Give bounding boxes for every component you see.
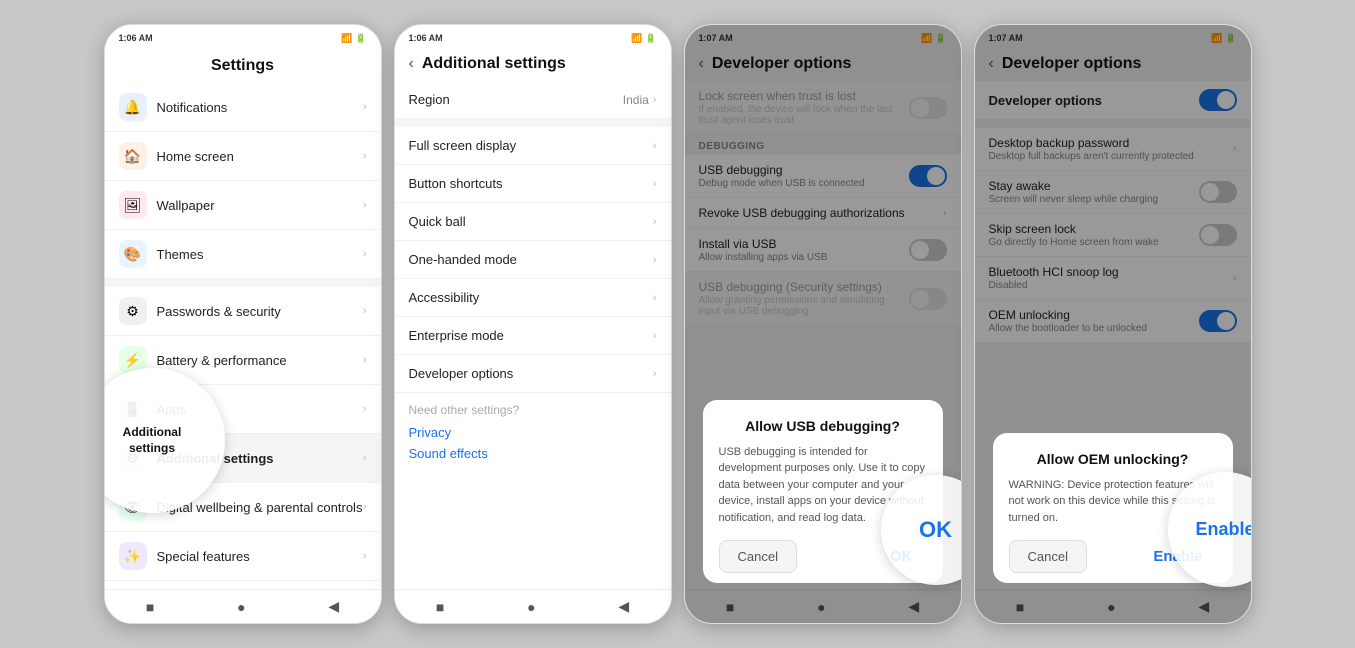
one-handed-label: One-handed mode: [409, 252, 653, 267]
battery-icon-2: 🔋: [645, 33, 656, 44]
oem-dialog-title: Allow OEM unlocking?: [1009, 451, 1217, 467]
developer-options-row[interactable]: Developer options ›: [395, 355, 671, 393]
footer-links: Need other settings? Privacy Sound effec…: [395, 393, 671, 477]
themes-label: Themes: [157, 247, 363, 262]
usb-dialog-title: Allow USB debugging?: [719, 418, 927, 434]
nav-bar-1: ■ ● ◀: [105, 589, 381, 623]
quick-ball-chevron: ›: [653, 216, 657, 228]
settings-list: 🔔 Notifications › 🏠 Home screen › 🖼 Wall…: [105, 83, 381, 589]
developer-options-label: Developer options: [409, 366, 653, 381]
usb-cancel-button[interactable]: Cancel: [719, 540, 797, 573]
separator-1: [105, 279, 381, 287]
additional-header: ‹ Additional settings: [395, 47, 671, 81]
button-shortcuts-chevron: ›: [653, 178, 657, 190]
enterprise-chevron: ›: [653, 330, 657, 342]
special-label: Special features: [157, 549, 363, 564]
quick-ball-label: Quick ball: [409, 214, 653, 229]
region-label: Region: [409, 92, 623, 107]
nav-bar-2: ■ ● ◀: [395, 589, 671, 623]
additional-title: Additional settings: [422, 55, 566, 73]
back-btn-2[interactable]: ‹: [409, 55, 414, 73]
quick-ball-row[interactable]: Quick ball ›: [395, 203, 671, 241]
accessibility-chevron: ›: [653, 292, 657, 304]
nav-back-1[interactable]: ◀: [328, 598, 339, 615]
nav-back-2[interactable]: ◀: [618, 598, 629, 615]
passwords-label: Passwords & security: [157, 304, 363, 319]
phone-frame-dev2: 1:07 AM 📶 🔋 ‹ Developer options Develope…: [974, 24, 1252, 624]
button-shortcuts-row[interactable]: Button shortcuts ›: [395, 165, 671, 203]
settings-item-passwords[interactable]: ⚙ Passwords & security ›: [105, 287, 381, 336]
button-shortcuts-label: Button shortcuts: [409, 176, 653, 191]
separator-2: [395, 119, 671, 127]
sound-effects-link[interactable]: Sound effects: [409, 446, 657, 461]
screens-container: 1:06 AM 📶 🔋 Settings 🔔 Notifications › 🏠…: [84, 4, 1272, 644]
developer-options-chevron: ›: [653, 368, 657, 380]
time-2: 1:06 AM: [409, 33, 443, 43]
special-icon: ✨: [119, 542, 147, 570]
phone-frame-dev1: 1:07 AM 📶 🔋 ‹ Developer options Lock scr…: [684, 24, 962, 624]
notifications-chevron: ›: [363, 101, 367, 113]
additional-chevron: ›: [363, 452, 367, 464]
additional-screen: ‹ Additional settings Region India › Ful…: [395, 47, 671, 589]
oem-cancel-button[interactable]: Cancel: [1009, 540, 1087, 573]
one-handed-row[interactable]: One-handed mode ›: [395, 241, 671, 279]
homescreen-icon: 🏠: [119, 142, 147, 170]
enterprise-row[interactable]: Enterprise mode ›: [395, 317, 671, 355]
settings-title: Settings: [105, 47, 381, 83]
accessibility-row[interactable]: Accessibility ›: [395, 279, 671, 317]
wifi-icon-2: 📶: [631, 33, 642, 44]
themes-icon: 🎨: [119, 240, 147, 268]
fullscreen-row[interactable]: Full screen display ›: [395, 127, 671, 165]
passwords-chevron: ›: [363, 305, 367, 317]
battery-chevron: ›: [363, 354, 367, 366]
status-icons-1: 📶 🔋: [341, 33, 366, 44]
fullscreen-chevron: ›: [653, 140, 657, 152]
region-chevron: ›: [653, 94, 657, 106]
settings-item-special[interactable]: ✨ Special features ›: [105, 532, 381, 581]
wallpaper-label: Wallpaper: [157, 198, 363, 213]
time-1: 1:06 AM: [119, 33, 153, 43]
phone-frame-additional: 1:06 AM 📶 🔋 ‹ Additional settings Region…: [394, 24, 672, 624]
settings-item-homescreen[interactable]: 🏠 Home screen ›: [105, 132, 381, 181]
settings-item-themes[interactable]: 🎨 Themes ›: [105, 230, 381, 279]
nav-square-2[interactable]: ■: [436, 599, 444, 615]
settings-item-wallpaper[interactable]: 🖼 Wallpaper ›: [105, 181, 381, 230]
nav-square-1[interactable]: ■: [146, 599, 154, 615]
privacy-link[interactable]: Privacy: [409, 425, 657, 440]
special-chevron: ›: [363, 550, 367, 562]
status-bar-1: 1:06 AM 📶 🔋: [105, 25, 381, 47]
nav-circle-2[interactable]: ●: [527, 599, 535, 615]
digital-chevron: ›: [363, 501, 367, 513]
status-bar-2: 1:06 AM 📶 🔋: [395, 25, 671, 47]
wifi-icon: 📶: [341, 33, 352, 44]
homescreen-label: Home screen: [157, 149, 363, 164]
themes-chevron: ›: [363, 248, 367, 260]
notifications-label: Notifications: [157, 100, 363, 115]
notifications-icon: 🔔: [119, 93, 147, 121]
accessibility-label: Accessibility: [409, 290, 653, 305]
settings-item-notifications[interactable]: 🔔 Notifications ›: [105, 83, 381, 132]
phone-frame-settings: 1:06 AM 📶 🔋 Settings 🔔 Notifications › 🏠…: [104, 24, 382, 624]
battery-label: Battery & performance: [157, 353, 363, 368]
passwords-icon: ⚙: [119, 297, 147, 325]
footer-hint: Need other settings?: [409, 403, 657, 417]
battery-icon: 🔋: [355, 33, 366, 44]
fullscreen-label: Full screen display: [409, 138, 653, 153]
status-icons-2: 📶 🔋: [631, 33, 656, 44]
one-handed-chevron: ›: [653, 254, 657, 266]
region-value: India: [623, 93, 649, 107]
region-row[interactable]: Region India ›: [395, 81, 671, 119]
apps-chevron: ›: [363, 403, 367, 415]
nav-circle-1[interactable]: ●: [237, 599, 245, 615]
homescreen-chevron: ›: [363, 150, 367, 162]
wallpaper-chevron: ›: [363, 199, 367, 211]
enterprise-label: Enterprise mode: [409, 328, 653, 343]
wallpaper-icon: 🖼: [119, 191, 147, 219]
